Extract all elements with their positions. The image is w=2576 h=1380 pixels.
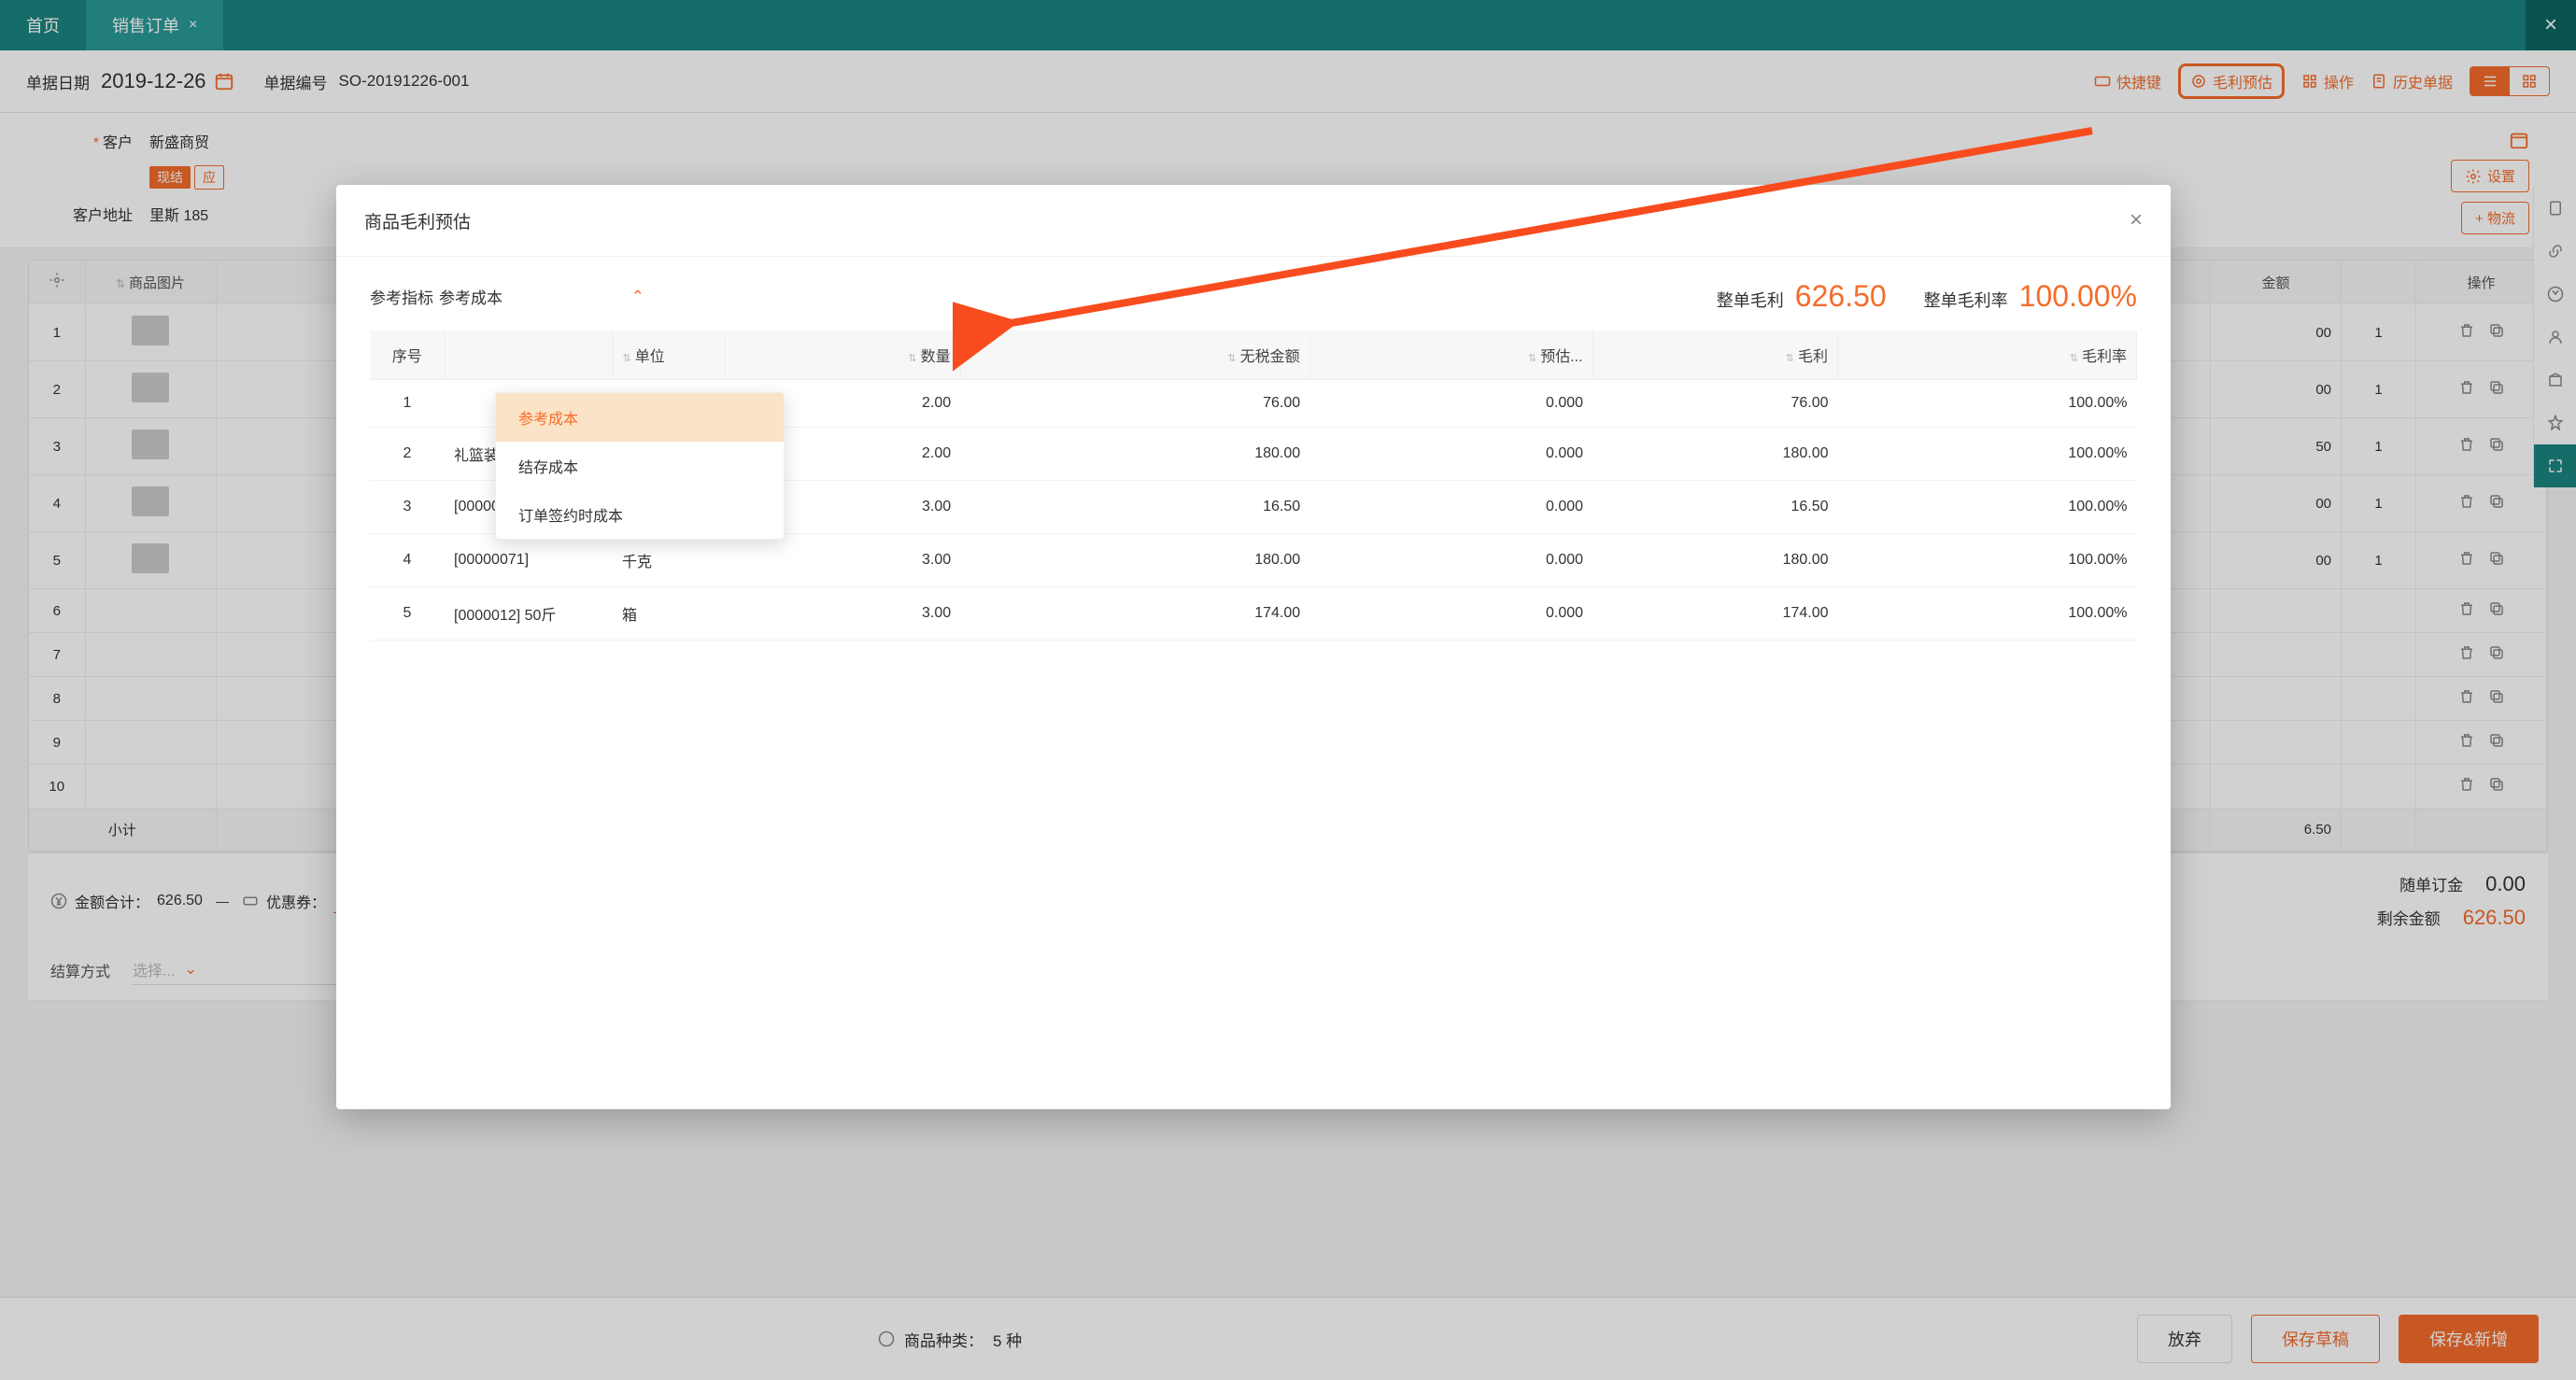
dd-option-contract-cost[interactable]: 订单签约时成本 [496, 490, 784, 539]
mod-col-idx[interactable]: 序号 [370, 331, 445, 380]
dd-option-ref-cost[interactable]: 参考成本 [496, 393, 784, 442]
metric-dropdown: 参考成本 结存成本 订单签约时成本 [495, 392, 785, 540]
table-row: 4[00000071]千克3.00180.000.000180.00100.00… [370, 534, 2137, 587]
table-row: 5[0000012] 50斤箱3.00174.000.000174.00100.… [370, 587, 2137, 641]
modal-title: 商品毛利预估 [364, 208, 471, 233]
mod-col-qty[interactable]: ⇅数量 [725, 331, 960, 380]
profit-modal: 商品毛利预估 × 参考指标 参考成本 ⌃ 整单毛利 626.50 整单毛利率 100… [336, 185, 2171, 1109]
total-rate-label: 整单毛利率 [1924, 291, 2008, 310]
total-profit-label: 整单毛利 [1717, 291, 1784, 310]
mod-col-est[interactable]: ⇅预估... [1309, 331, 1592, 380]
mod-col-notax[interactable]: ⇅无税金额 [960, 331, 1309, 380]
mod-col-unit[interactable]: ⇅单位 [613, 331, 725, 380]
mod-col-rate[interactable]: ⇅毛利率 [1838, 331, 2137, 380]
mod-col-profit[interactable]: ⇅毛利 [1592, 331, 1837, 380]
total-profit-value: 626.50 [1795, 279, 1887, 313]
modal-close-button[interactable]: × [2130, 207, 2143, 233]
chevron-up-icon: ⌃ [631, 288, 644, 306]
total-rate-value: 100.00% [2019, 279, 2137, 313]
metric-label: 参考指标 [370, 285, 433, 308]
dd-option-balance-cost[interactable]: 结存成本 [496, 442, 784, 490]
metric-select[interactable]: 参考成本 ⌃ [439, 281, 644, 312]
